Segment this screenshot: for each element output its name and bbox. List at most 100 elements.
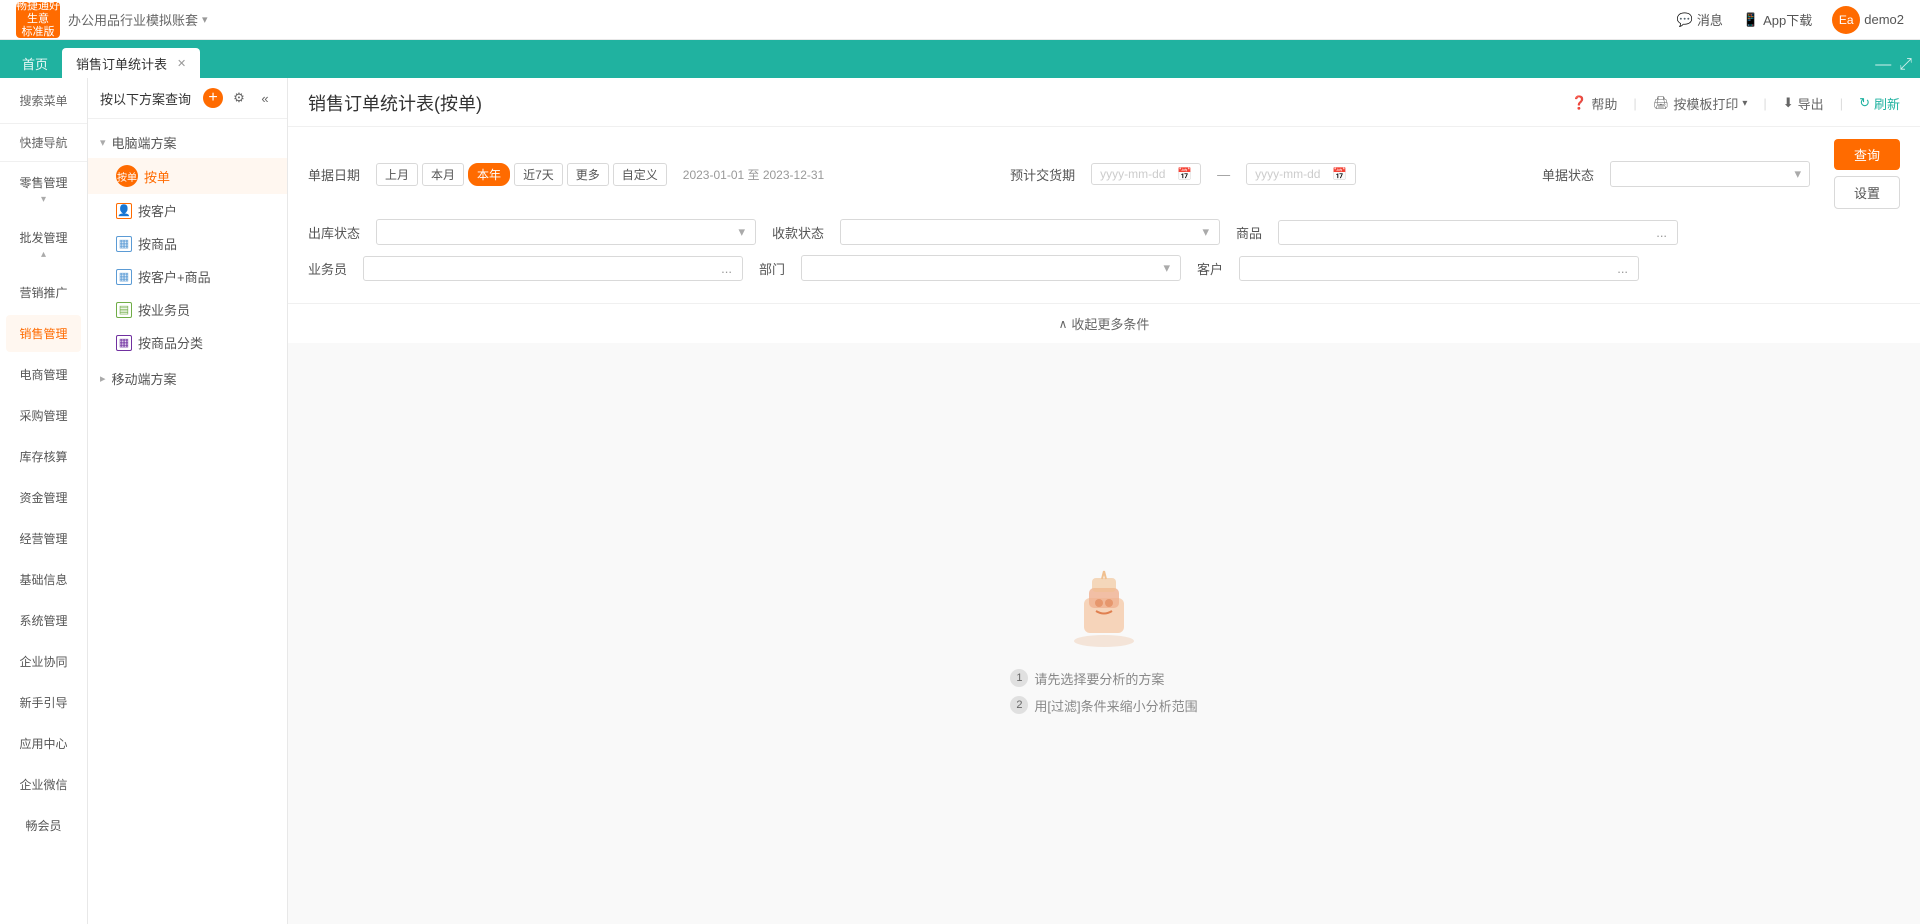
sidebar-item-wholesale[interactable]: 批发管理 ▴	[6, 219, 81, 270]
payment-dropdown-icon: ▾	[1203, 224, 1210, 240]
order-status-dropdown-icon: ▾	[1794, 166, 1801, 182]
user-info[interactable]: Ea demo2	[1832, 6, 1904, 34]
salesman-select[interactable]: ...	[363, 256, 743, 281]
scheme-item-by-goods[interactable]: ▦ 按商品	[88, 227, 287, 260]
last-month-btn[interactable]: 上月	[376, 163, 418, 186]
tab-home[interactable]: 首页	[8, 48, 62, 78]
scheme-settings-btn[interactable]: ⚙	[229, 88, 249, 108]
last-7-days-btn[interactable]: 近7天	[514, 163, 563, 186]
tabbar: 首页 销售订单统计表 ✕ — ⤢	[0, 40, 1920, 78]
order-status-select[interactable]: ▾	[1610, 161, 1810, 187]
topbar-right: 💬 消息 📱 App下载 Ea demo2	[1677, 6, 1904, 34]
sidebar-item-purchase[interactable]: 采购管理	[6, 397, 81, 434]
minimize-btn[interactable]: —	[1875, 56, 1891, 74]
scheme-item-by-order[interactable]: 按单 按单	[88, 158, 287, 194]
this-year-btn[interactable]: 本年	[468, 163, 510, 186]
sidebar-item-vip[interactable]: 畅会员	[6, 807, 81, 844]
scheme-item-by-salesman[interactable]: ▤ 按业务员	[88, 293, 287, 326]
app-title: 办公用品行业模拟账套	[68, 10, 198, 29]
sidebar-item-wechat[interactable]: 企业微信	[6, 766, 81, 803]
sidebar-item-sales[interactable]: 销售管理	[6, 315, 81, 352]
payment-select[interactable]: ▾	[840, 219, 1220, 245]
settings-btn[interactable]: 设置	[1834, 176, 1900, 209]
salesman-label: 业务员	[308, 259, 347, 278]
search-menu-btn[interactable]: 搜索菜单	[8, 88, 79, 113]
sidebar-item-guide[interactable]: 新手引导	[6, 684, 81, 721]
scheme-collapse-btn[interactable]: «	[255, 88, 275, 108]
customer-dots-icon[interactable]: ...	[1617, 261, 1628, 276]
scheme-item-by-customer-goods[interactable]: ▦ 按客户+商品	[88, 260, 287, 293]
collapse-row: ∧ 收起更多条件	[288, 303, 1920, 343]
customer-select[interactable]: ...	[1239, 256, 1639, 281]
sidebar-item-finance[interactable]: 资金管理	[6, 479, 81, 516]
main-layout: 搜索菜单 快捷导航 零售管理 ▾ 批发管理 ▴ 营销推广 销售管理 电商管理 采…	[0, 78, 1920, 924]
scheme-group-mobile: ▸ 移动端方案	[88, 363, 287, 394]
delivery-date-label: 预计交货期	[1010, 165, 1075, 184]
sidebar-item-retail-arrow: ▾	[41, 194, 46, 205]
shipment-select[interactable]: ▾	[376, 219, 756, 245]
scheme-group-desktop-title[interactable]: ▾ 电脑端方案	[88, 127, 287, 158]
sidebar-item-marketing[interactable]: 营销推广	[6, 274, 81, 311]
tab-sales-order-stats[interactable]: 销售订单统计表 ✕	[62, 48, 200, 78]
template-print-btn[interactable]: 🖨 按模板打印 ▾	[1653, 94, 1748, 113]
export-btn[interactable]: ⬇ 导出	[1783, 94, 1824, 113]
app-title-dropdown[interactable]: 办公用品行业模拟账套 ▾	[68, 10, 208, 29]
sidebar-item-operations[interactable]: 经营管理	[6, 520, 81, 557]
delivery-date-end[interactable]: yyyy-mm-dd 📅	[1246, 163, 1356, 185]
sidebar-item-system[interactable]: 系统管理	[6, 602, 81, 639]
shipment-label: 出库状态	[308, 223, 360, 242]
scheme-item-by-order-icon: 按单	[116, 165, 138, 187]
scheme-panel-title: 按以下方案查询	[100, 89, 191, 108]
scheme-item-by-order-label: 按单	[144, 167, 170, 186]
scheme-group-mobile-title[interactable]: ▸ 移动端方案	[88, 363, 287, 394]
delivery-date-start[interactable]: yyyy-mm-dd 📅	[1091, 163, 1201, 185]
scheme-item-by-category[interactable]: ▦ 按商品分类	[88, 326, 287, 359]
this-month-btn[interactable]: 本月	[422, 163, 464, 186]
sidebar-item-enterprise-label: 企业协同	[19, 653, 67, 670]
dept-dropdown-icon: ▾	[1164, 260, 1171, 276]
print-icon: 🖨	[1653, 95, 1670, 111]
app-download-btn[interactable]: 📱 App下载	[1743, 10, 1812, 29]
goods-select[interactable]: ...	[1278, 220, 1678, 245]
tab-close-icon[interactable]: ✕	[177, 57, 186, 70]
scheme-group-mobile-label: 移动端方案	[112, 369, 177, 388]
tab-home-label: 首页	[22, 54, 48, 73]
sidebar-item-basics[interactable]: 基础信息	[6, 561, 81, 598]
sidebar-item-guide-label: 新手引导	[19, 694, 67, 711]
print-dropdown-icon: ▾	[1742, 98, 1747, 109]
filter-row-1: 单据日期 上月 本月 本年 近7天 更多 自定义 2023-01-01 至 20…	[308, 139, 1900, 209]
date-separator: —	[1217, 167, 1230, 182]
sidebar-item-ecommerce[interactable]: 电商管理	[6, 356, 81, 393]
sidebar-item-vip-label: 畅会员	[25, 817, 61, 834]
scheme-item-by-customer[interactable]: 👤 按客户	[88, 194, 287, 227]
empty-tip-2-text: 用[过滤]条件来缩小分析范围	[1034, 696, 1197, 715]
salesman-dots-icon[interactable]: ...	[721, 261, 732, 276]
action-btns: 查询 设置	[1826, 139, 1900, 209]
tip-num-1: 1	[1010, 669, 1028, 687]
shipment-dropdown-icon: ▾	[738, 224, 745, 240]
dept-select[interactable]: ▾	[801, 255, 1181, 281]
tabbar-actions: — ⤢	[1875, 56, 1912, 78]
scheme-item-by-customer-label: 按客户	[138, 201, 177, 220]
customer-label: 客户	[1197, 259, 1223, 278]
custom-btn[interactable]: 自定义	[613, 163, 667, 186]
goods-dots-icon[interactable]: ...	[1656, 225, 1667, 240]
query-btn[interactable]: 查询	[1834, 139, 1900, 170]
help-btn[interactable]: ❓ 帮助	[1571, 94, 1617, 113]
more-btn[interactable]: 更多	[567, 163, 609, 186]
message-btn[interactable]: 💬 消息	[1677, 10, 1723, 29]
collapse-btn[interactable]: ∧ 收起更多条件	[1059, 314, 1150, 333]
scheme-add-btn[interactable]: +	[203, 88, 223, 108]
tip-num-2: 2	[1010, 696, 1028, 714]
sidebar-item-enterprise[interactable]: 企业协同	[6, 643, 81, 680]
sidebar-item-appcentre-label: 应用中心	[19, 735, 67, 752]
refresh-btn[interactable]: ↻ 刷新	[1859, 94, 1900, 113]
sidebar-item-retail[interactable]: 零售管理 ▾	[6, 164, 81, 215]
sidebar-item-inventory[interactable]: 库存核算	[6, 438, 81, 475]
sidebar-item-appcentre[interactable]: 应用中心	[6, 725, 81, 762]
sidebar-search-section: 搜索菜单	[0, 78, 87, 124]
sidebar-item-system-label: 系统管理	[19, 612, 67, 629]
quick-nav-btn[interactable]: 快捷导航	[0, 130, 87, 155]
maximize-btn[interactable]: ⤢	[1899, 56, 1912, 74]
sidebar-item-finance-label: 资金管理	[19, 489, 67, 506]
